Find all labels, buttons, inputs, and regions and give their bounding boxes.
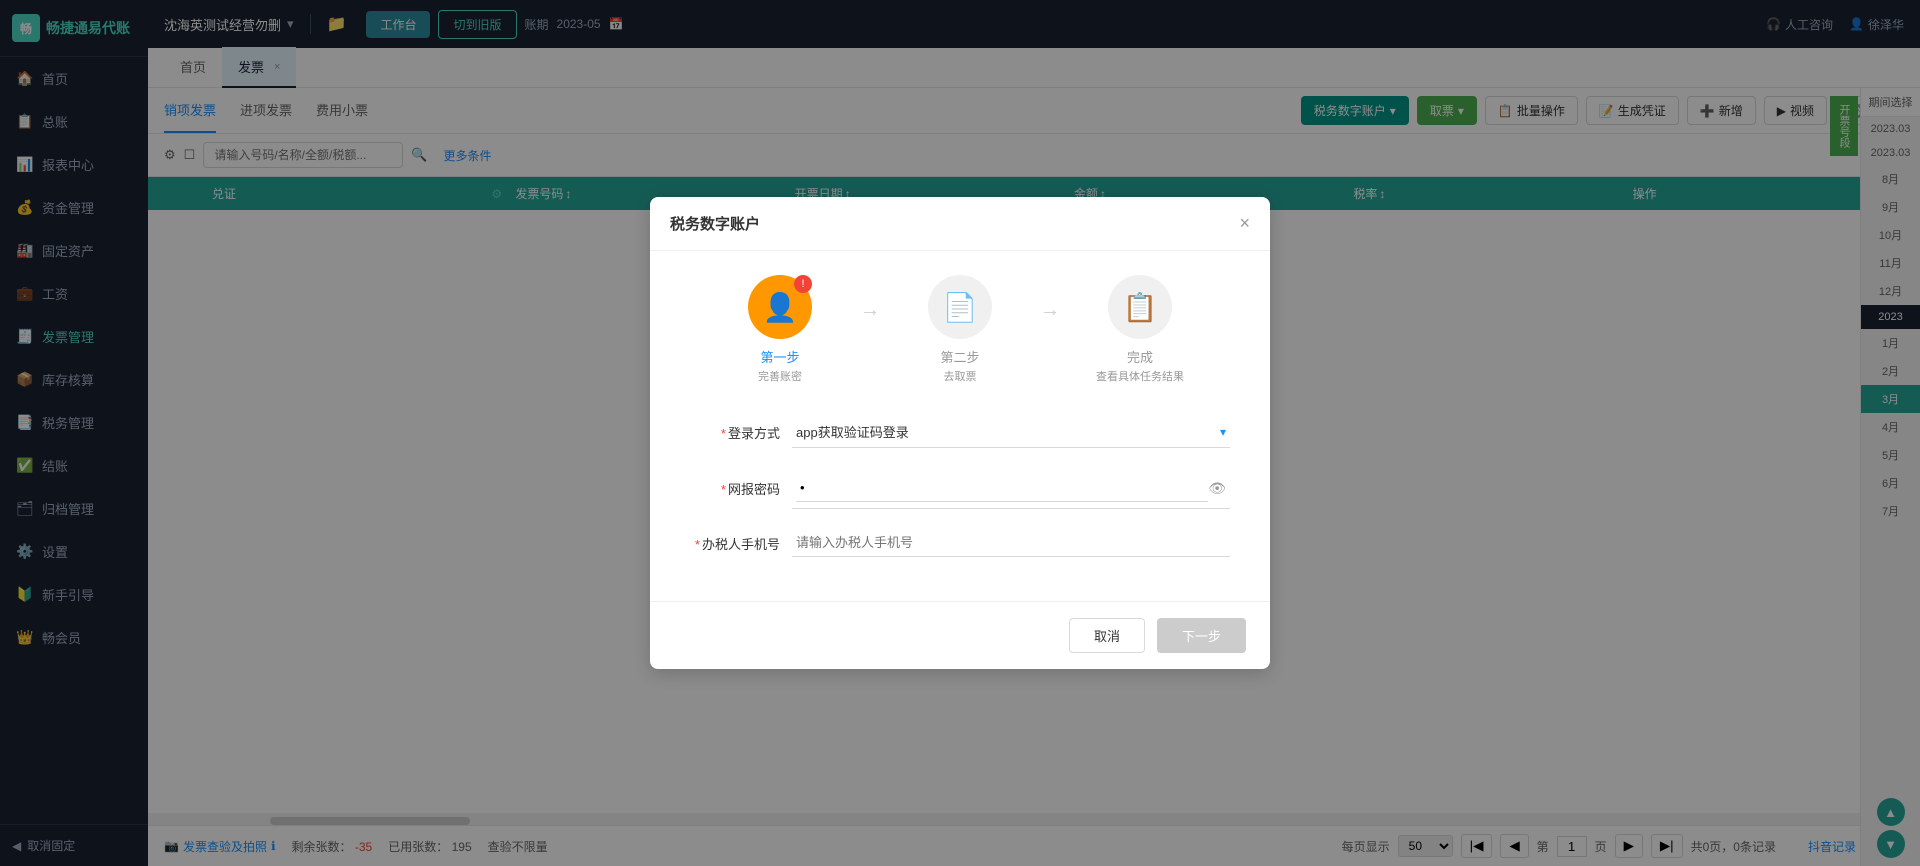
- step-arrow-2: →: [1040, 299, 1060, 322]
- step-1-icon-wrap: 👤 !: [748, 275, 812, 339]
- phone-input[interactable]: [792, 529, 1230, 557]
- step-3-icon: 📋: [1123, 291, 1158, 324]
- password-label: 网报密码: [690, 479, 780, 498]
- password-row: 网报密码 👁: [690, 468, 1230, 509]
- step-2-icon: 📄: [943, 291, 978, 324]
- modal-header: 税务数字账户 ×: [650, 197, 1270, 251]
- modal-overlay[interactable]: 税务数字账户 × 👤 ! 第一步 完善账密 →: [0, 0, 1920, 866]
- tax-digital-modal: 税务数字账户 × 👤 ! 第一步 完善账密 →: [650, 197, 1270, 669]
- step-3-label: 完成: [1127, 347, 1153, 366]
- step-2: 📄 第二步 去取票: [880, 275, 1040, 384]
- step-1-error-badge: !: [794, 275, 812, 293]
- cancel-button[interactable]: 取消: [1069, 618, 1145, 653]
- step-2-desc: 去取票: [944, 368, 977, 384]
- step-arrow-1: →: [860, 299, 880, 322]
- step-2-icon-wrap: 📄: [928, 275, 992, 339]
- step-1: 👤 ! 第一步 完善账密: [700, 275, 860, 384]
- login-method-row: 登录方式 app获取验证码登录 ▾: [690, 416, 1230, 448]
- step-3-icon-wrap: 📋: [1108, 275, 1172, 339]
- login-method-dropdown-icon: ▾: [1220, 425, 1226, 439]
- step-1-icon: 👤: [763, 291, 798, 324]
- login-method-select[interactable]: app获取验证码登录 ▾: [792, 416, 1230, 448]
- steps-indicator: 👤 ! 第一步 完善账密 → 📄 第二步 去取票 →: [690, 275, 1230, 384]
- modal-footer: 取消 下一步: [650, 601, 1270, 669]
- step-3: 📋 完成 查看具体任务结果: [1060, 275, 1220, 384]
- phone-row: 办税人手机号: [690, 529, 1230, 557]
- password-input[interactable]: [796, 474, 1208, 502]
- password-toggle-icon[interactable]: 👁: [1208, 480, 1226, 497]
- step-2-label: 第二步: [940, 347, 979, 366]
- password-field-wrapper: 👁: [792, 468, 1230, 509]
- login-method-label: 登录方式: [690, 423, 780, 442]
- next-step-button[interactable]: 下一步: [1157, 618, 1246, 653]
- step-3-desc: 查看具体任务结果: [1096, 368, 1184, 384]
- modal-title: 税务数字账户: [670, 213, 760, 234]
- step-1-label: 第一步: [760, 347, 799, 366]
- phone-label: 办税人手机号: [690, 534, 780, 553]
- modal-body: 👤 ! 第一步 完善账密 → 📄 第二步 去取票 →: [650, 251, 1270, 601]
- login-method-value: app获取验证码登录: [796, 422, 909, 441]
- modal-close-button[interactable]: ×: [1239, 213, 1250, 234]
- modal-form: 登录方式 app获取验证码登录 ▾ 网报密码 👁 办税人手机: [690, 416, 1230, 557]
- step-1-desc: 完善账密: [758, 368, 802, 384]
